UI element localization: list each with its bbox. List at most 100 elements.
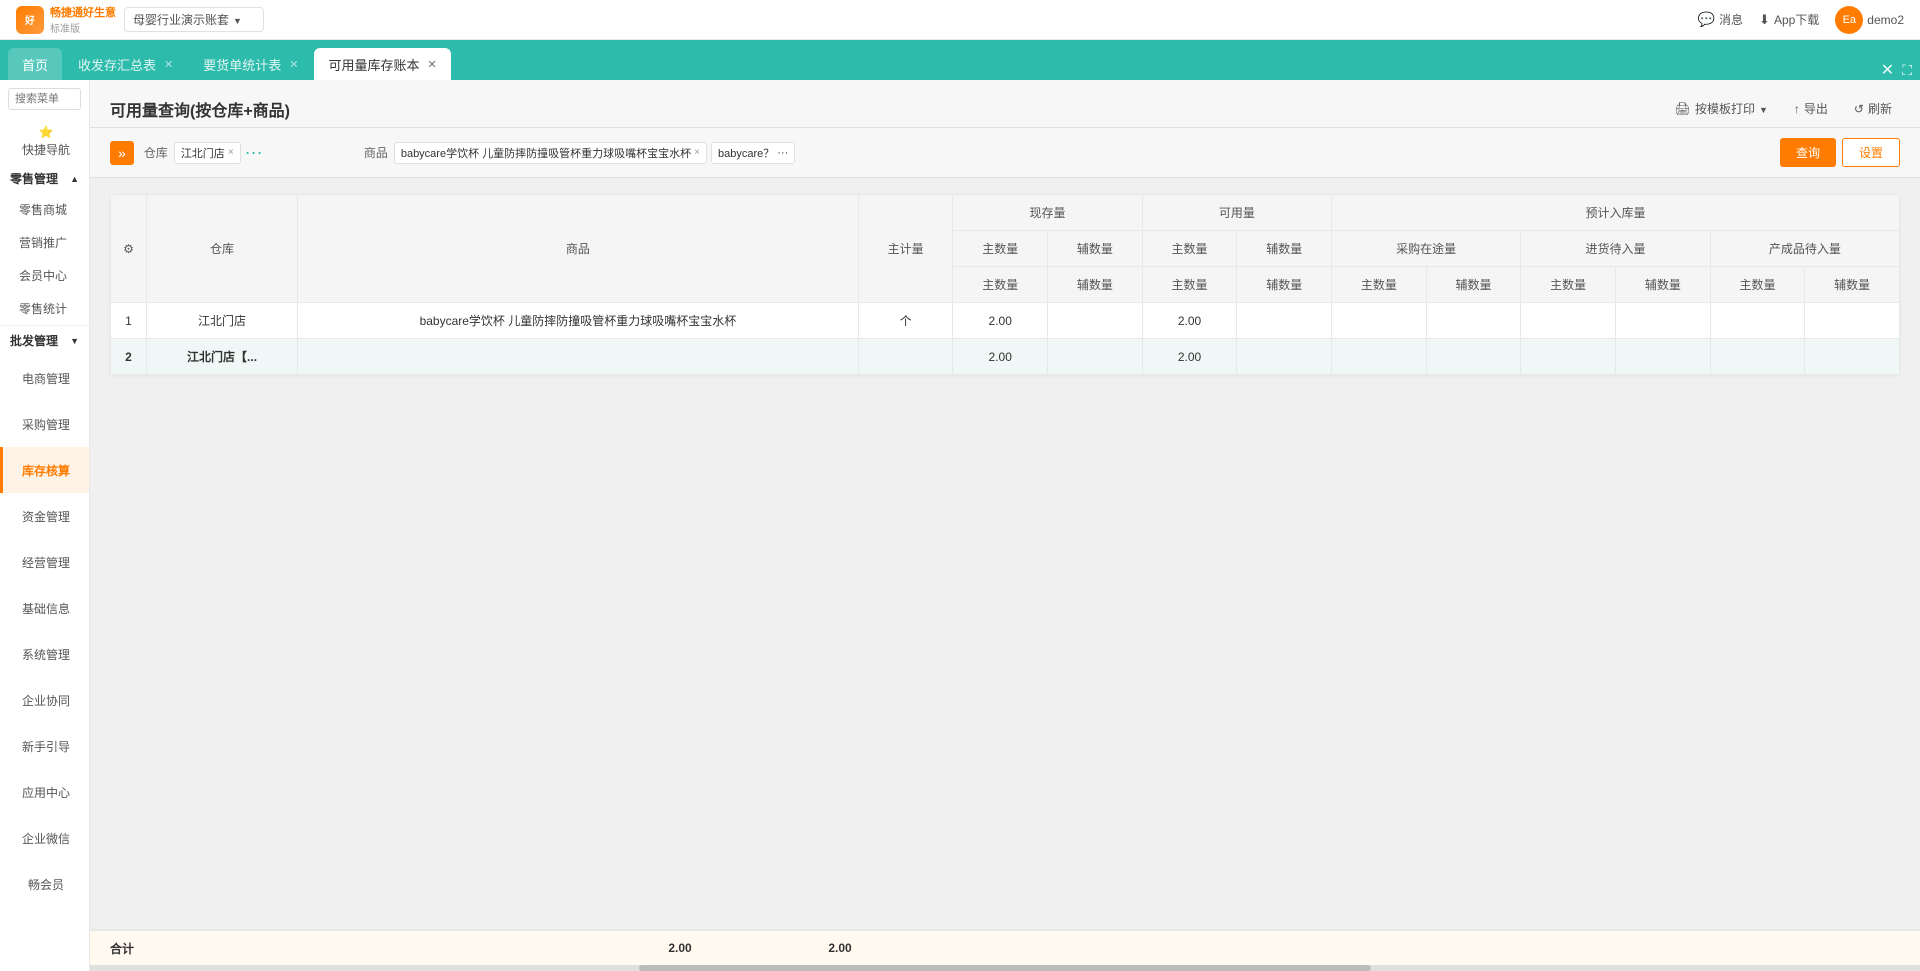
sidebar-item-finance[interactable]: 资金管理: [0, 493, 89, 539]
product-tags: babycare学饮杯 儿童防摔防撞吸管杯重力球吸嘴杯宝宝水杯 × babyca…: [394, 142, 795, 164]
export-button[interactable]: 导出: [1786, 96, 1836, 121]
th-keyong-main2: 主数量: [1142, 267, 1237, 303]
row2-caigou-aux: [1426, 339, 1521, 375]
chevron-icon: ▲: [70, 174, 79, 184]
footer-keyong-main: 2.00: [800, 941, 880, 955]
row2-jinhuo-aux: [1616, 339, 1711, 375]
sidebar-item-ecommerce[interactable]: 电商管理: [0, 355, 89, 401]
logo-area: 好 畅捷通好生意 标准版: [16, 4, 116, 35]
product-tag-babycare[interactable]: babycare学饮杯 儿童防摔防撞吸管杯重力球吸嘴杯宝宝水杯 ×: [394, 142, 707, 164]
data-table: 仓库 商品 主计量 现存量 可用量 预计入库量 主数量 辅数量 主数量 辅数量 …: [110, 194, 1900, 375]
th-xiancun-aux: 辅数量: [1048, 231, 1143, 267]
tab-order-summary[interactable]: 要货单统计表: [189, 48, 312, 80]
tab-receive-summary[interactable]: 收发存汇总表: [64, 48, 187, 80]
refresh-button[interactable]: 刷新: [1846, 96, 1900, 121]
user-avatar[interactable]: Ea demo2: [1835, 6, 1904, 34]
th-settings: [111, 195, 147, 303]
row1-jinhuo-aux: [1616, 303, 1711, 339]
settings-button[interactable]: 设置: [1842, 138, 1900, 167]
table-footer: 合计 2.00 2.00: [90, 929, 1920, 965]
page-header: 可用量查询(按仓库+商品) 按模板打印 导出 刷新: [90, 80, 1920, 128]
th-keyong: 可用量: [1142, 195, 1331, 231]
row1-chanpin-main: [1710, 303, 1805, 339]
close-all-button[interactable]: ✕: [1881, 60, 1894, 80]
search-input[interactable]: [8, 88, 81, 110]
row1-unit: 个: [858, 303, 953, 339]
row2-chanpin-aux: [1805, 339, 1900, 375]
top-bar-right: 消息 App下载 Ea demo2: [1698, 6, 1904, 34]
horizontal-scrollbar[interactable]: [90, 965, 1920, 971]
th-jinhuo-aux: 辅数量: [1616, 267, 1711, 303]
row2-jinhuo-main: [1521, 339, 1616, 375]
print-button[interactable]: 按模板打印: [1666, 96, 1775, 121]
sidebar-item-retail[interactable]: 零售管理 ▲: [0, 164, 89, 193]
footer-xiancun-main: 2.00: [640, 941, 720, 955]
query-button[interactable]: 查询: [1780, 138, 1836, 167]
sidebar-item-retailstat[interactable]: 零售统计: [0, 292, 89, 325]
page-title: 可用量查询(按仓库+商品): [110, 97, 290, 121]
logo-icon: 好: [16, 6, 44, 34]
th-chanpin-main: 主数量: [1710, 267, 1805, 303]
main-layout: ⭐ 快捷导航 零售管理 ▲ 零售商城 营销推广 会员中心 零售统计 批发管理 ▼…: [0, 80, 1920, 971]
quicknav-icon: ⭐: [39, 125, 54, 139]
row1-index: 1: [111, 303, 147, 339]
row2-index: 2: [111, 339, 147, 375]
expand-button[interactable]: »: [110, 141, 134, 165]
warehouse-more-button[interactable]: ···: [245, 142, 263, 163]
th-jinhuo-main: 主数量: [1521, 267, 1616, 303]
refresh-icon: [1854, 102, 1864, 116]
close-icon[interactable]: [428, 58, 437, 71]
close-icon[interactable]: ×: [694, 147, 700, 158]
sidebar-search-area: [0, 80, 89, 118]
fullscreen-button[interactable]: ⛶: [1902, 62, 1912, 79]
top-bar-left: 好 畅捷通好生意 标准版 母婴行业演示账套: [16, 4, 264, 35]
warehouse-tag-jiangbei[interactable]: 江北门店 ×: [174, 142, 241, 164]
row2-xiancun-aux: [1048, 339, 1143, 375]
tab-home[interactable]: 首页: [8, 48, 62, 80]
close-icon[interactable]: ×: [228, 147, 234, 158]
sidebar-item-operation[interactable]: 经营管理: [0, 539, 89, 585]
print-icon: [1674, 101, 1691, 117]
sidebar-item-basics[interactable]: 基础信息: [0, 585, 89, 631]
message-button[interactable]: 消息: [1698, 11, 1743, 28]
row1-keyong-aux: [1237, 303, 1332, 339]
row1-warehouse: 江北门店: [147, 303, 298, 339]
product-filter: 商品 babycare学饮杯 儿童防摔防撞吸管杯重力球吸嘴杯宝宝水杯 × bab…: [364, 142, 795, 164]
sidebar-item-appcenter[interactable]: 应用中心: [0, 769, 89, 815]
row1-chanpin-aux: [1805, 303, 1900, 339]
sidebar-item-quicknav[interactable]: ⭐ 快捷导航: [0, 118, 89, 164]
sidebar-item-retailmall[interactable]: 零售商城: [0, 193, 89, 226]
sidebar-item-wholesale[interactable]: 批发管理 ▼: [0, 326, 89, 355]
sidebar-item-enterprise[interactable]: 企业协同: [0, 677, 89, 723]
row1-caigou-main: [1332, 303, 1427, 339]
close-icon[interactable]: [289, 58, 298, 71]
top-bar: 好 畅捷通好生意 标准版 母婴行业演示账套 消息 App下载 Ea demo2: [0, 0, 1920, 40]
th-caigou-aux: 辅数量: [1426, 267, 1521, 303]
sidebar-item-marketing[interactable]: 营销推广: [0, 226, 89, 259]
close-icon[interactable]: [164, 58, 173, 71]
chevron-down-icon: ▼: [70, 336, 79, 346]
sidebar-item-purchase[interactable]: 采购管理: [0, 401, 89, 447]
sidebar-item-member[interactable]: 会员中心: [0, 259, 89, 292]
app-download-button[interactable]: App下载: [1759, 11, 1819, 28]
row1-jinhuo-main: [1521, 303, 1616, 339]
sidebar-item-newguide[interactable]: 新手引导: [0, 723, 89, 769]
sidebar-item-corpwechat[interactable]: 企业微信: [0, 815, 89, 861]
industry-selector[interactable]: 母婴行业演示账套: [124, 7, 264, 32]
sidebar: ⭐ 快捷导航 零售管理 ▲ 零售商城 营销推广 会员中心 零售统计 批发管理 ▼…: [0, 80, 90, 971]
th-unit: 主计量: [858, 195, 953, 303]
row1-keyong-main: 2.00: [1142, 303, 1237, 339]
scrollbar-thumb[interactable]: [639, 965, 1371, 971]
product-tag-more[interactable]: babycare？ ···: [711, 142, 795, 164]
message-icon: [1698, 11, 1715, 28]
sidebar-item-inventory[interactable]: 库存核算: [0, 447, 89, 493]
sidebar-item-system[interactable]: 系统管理: [0, 631, 89, 677]
nav-tabs: 首页 收发存汇总表 要货单统计表 可用量库存账本 ✕ ⛶: [0, 40, 1920, 80]
gear-icon[interactable]: [123, 242, 134, 256]
th-jinhuo: 进货待入量: [1521, 231, 1710, 267]
sidebar-item-vip[interactable]: 畅会员: [0, 861, 89, 907]
tab-available-inventory[interactable]: 可用量库存账本: [314, 48, 450, 80]
table-row: 1 江北门店 babycare学饮杯 儿童防摔防撞吸管杯重力球吸嘴杯宝宝水杯 个…: [111, 303, 1900, 339]
table-row: 2 江北门店【... 2.00 2.00: [111, 339, 1900, 375]
row2-keyong-main: 2.00: [1142, 339, 1237, 375]
